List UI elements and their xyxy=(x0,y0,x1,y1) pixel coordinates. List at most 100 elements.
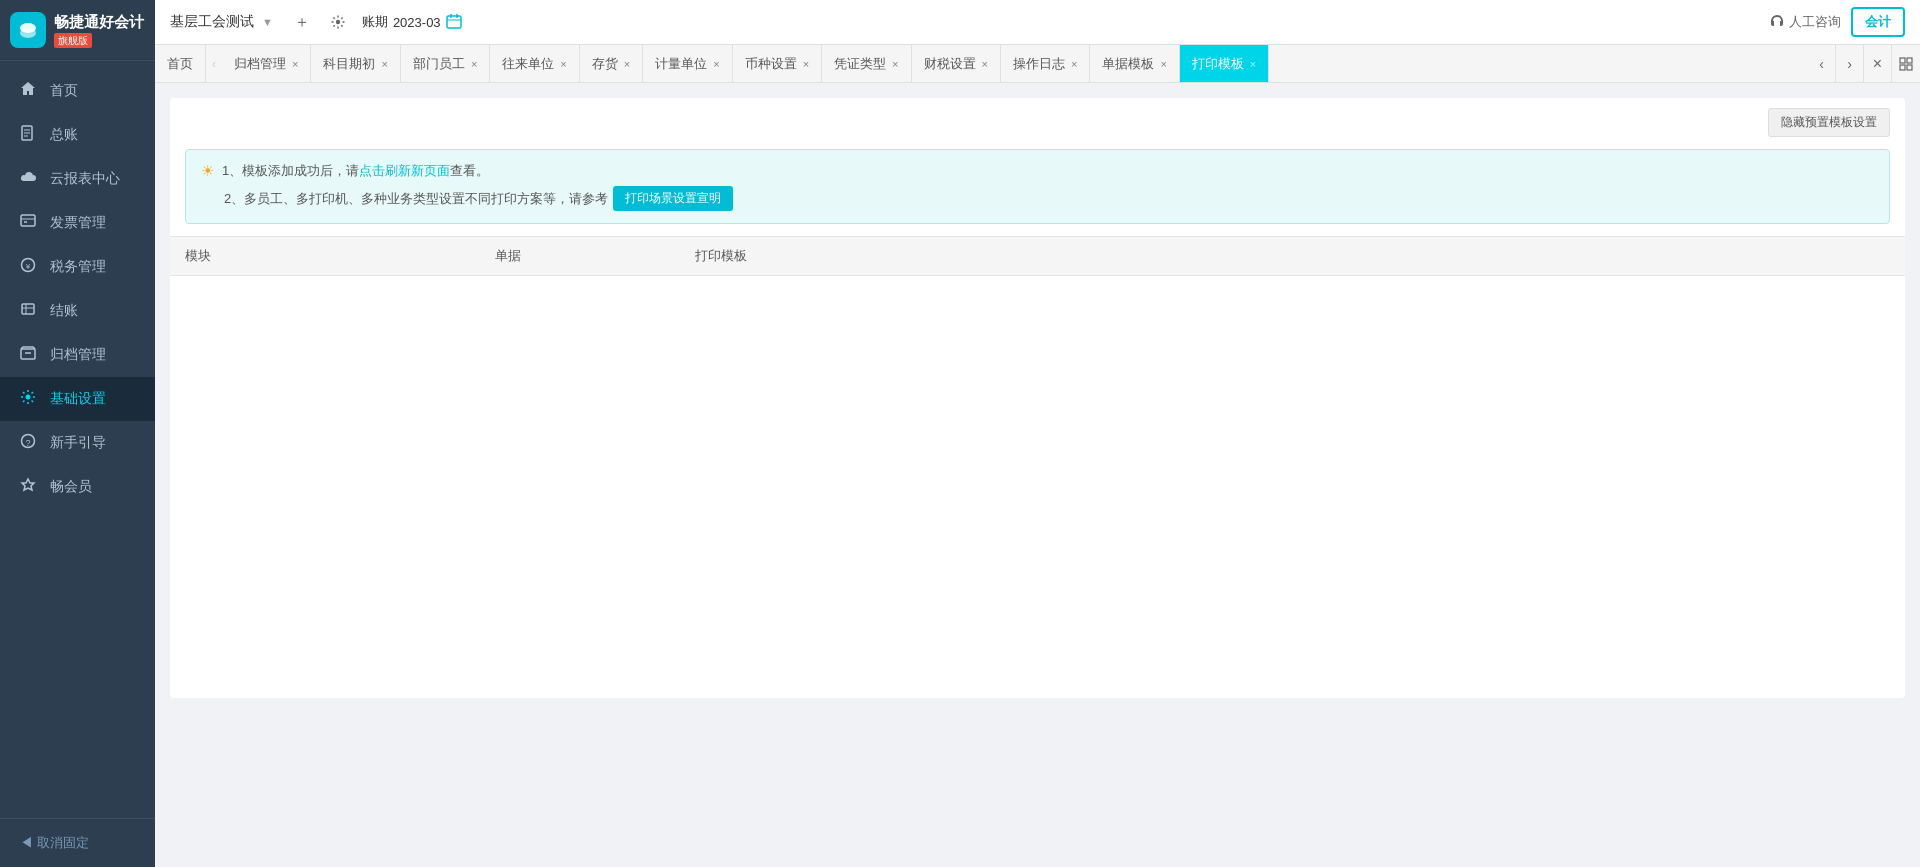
sidebar-item-invoice-label: 发票管理 xyxy=(50,214,106,232)
tab-home[interactable]: 首页 xyxy=(155,45,206,83)
period-value: 2023-03 xyxy=(393,15,441,30)
tab-currency-close[interactable]: × xyxy=(803,58,809,70)
sidebar-item-member-label: 畅会员 xyxy=(50,478,92,496)
sidebar-item-invoice[interactable]: 发票管理 xyxy=(0,201,155,245)
tab-currency-label: 币种设置 xyxy=(745,55,797,73)
info-box: ☀ 1、模板添加成功后，请 点击刷新新页面 查看。 2、多员工、多打印机、多种业… xyxy=(185,149,1890,224)
sidebar: 畅捷通好会计 旗舰版 首页 总账 云报表中心 发票管理 xyxy=(0,0,155,867)
tab-subject-init[interactable]: 科目期初 × xyxy=(311,45,400,83)
tab-inventory[interactable]: 存货 × xyxy=(580,45,643,83)
info-row-1: ☀ 1、模板添加成功后，请 点击刷新新页面 查看。 xyxy=(201,162,1874,180)
tab-doc-template[interactable]: 单据模板 × xyxy=(1090,45,1179,83)
tab-unit[interactable]: 计量单位 × xyxy=(643,45,732,83)
svg-point-16 xyxy=(26,395,31,400)
tab-print-template[interactable]: 打印模板 × xyxy=(1180,45,1269,83)
tab-unit-close[interactable]: × xyxy=(713,58,719,70)
sidebar-item-settle-label: 结账 xyxy=(50,302,78,320)
tab-archive-close[interactable]: × xyxy=(292,58,298,70)
customer-service-button[interactable]: 人工咨询 xyxy=(1769,13,1841,32)
tab-voucher-type[interactable]: 凭证类型 × xyxy=(822,45,911,83)
archive-icon xyxy=(20,345,40,365)
member-icon xyxy=(20,477,40,497)
calendar-icon[interactable] xyxy=(446,13,462,32)
hide-preview-template-button[interactable]: 隐藏预置模板设置 xyxy=(1768,108,1890,137)
svg-rect-14 xyxy=(21,349,35,359)
tab-currency[interactable]: 币种设置 × xyxy=(733,45,822,83)
sidebar-item-ledger[interactable]: 总账 xyxy=(0,113,155,157)
settle-icon xyxy=(20,301,40,321)
tab-tax-settings[interactable]: 财税设置 × xyxy=(912,45,1001,83)
sidebar-footer-label: ◀ 取消固定 xyxy=(20,834,89,852)
home-icon xyxy=(20,81,40,101)
sidebar-item-home[interactable]: 首页 xyxy=(0,69,155,113)
table-col-doc: 单据 xyxy=(480,237,680,275)
tab-doc-template-close[interactable]: × xyxy=(1160,58,1166,70)
tab-tax-settings-close[interactable]: × xyxy=(982,58,988,70)
top-bar: 基层工会测试 ▼ ＋ 账期 2023-03 人工咨询 会计 xyxy=(155,0,1920,45)
tab-operation-log[interactable]: 操作日志 × xyxy=(1001,45,1090,83)
tab-next-button[interactable]: › xyxy=(1836,45,1864,83)
tab-department[interactable]: 部门员工 × xyxy=(401,45,490,83)
sidebar-item-tax-label: 税务管理 xyxy=(50,258,106,276)
svg-rect-11 xyxy=(22,304,34,314)
add-tab-button[interactable]: ＋ xyxy=(288,8,316,36)
guide-icon: ? xyxy=(20,433,40,453)
tab-home-label: 首页 xyxy=(167,55,193,73)
svg-marker-19 xyxy=(22,479,34,490)
tab-close-all-button[interactable]: × xyxy=(1864,45,1892,83)
company-name: 基层工会测试 xyxy=(170,13,254,31)
content-panel: 隐藏预置模板设置 ☀ 1、模板添加成功后，请 点击刷新新页面 查看。 2、多员工… xyxy=(170,98,1905,698)
tab-contacts-label: 往来单位 xyxy=(502,55,554,73)
svg-rect-26 xyxy=(1907,58,1912,63)
svg-rect-28 xyxy=(1907,65,1912,70)
sidebar-item-member[interactable]: 畅会员 xyxy=(0,465,155,509)
svg-text:?: ? xyxy=(25,438,30,448)
tab-bar-right-controls: ‹ › × xyxy=(1808,45,1920,83)
svg-rect-21 xyxy=(447,16,461,28)
svg-point-1 xyxy=(20,28,36,38)
basic-settings-icon xyxy=(20,389,40,409)
tab-print-template-close[interactable]: × xyxy=(1250,58,1256,70)
account-btn-label: 会计 xyxy=(1865,14,1891,29)
main-area: 基层工会测试 ▼ ＋ 账期 2023-03 人工咨询 会计 xyxy=(155,0,1920,867)
tab-contacts[interactable]: 往来单位 × xyxy=(490,45,579,83)
tab-prev-button[interactable]: ‹ xyxy=(1808,45,1836,83)
tab-contacts-close[interactable]: × xyxy=(560,58,566,70)
tab-expand-button[interactable] xyxy=(1892,45,1920,83)
table-header: 模块 单据 打印模板 xyxy=(170,236,1905,276)
sidebar-item-settle[interactable]: 结账 xyxy=(0,289,155,333)
refresh-link[interactable]: 点击刷新新页面 xyxy=(359,162,450,180)
tab-inventory-label: 存货 xyxy=(592,55,618,73)
info-bulb-icon: ☀ xyxy=(201,162,214,180)
tab-subject-init-close[interactable]: × xyxy=(381,58,387,70)
sidebar-item-guide[interactable]: ? 新手引导 xyxy=(0,421,155,465)
sidebar-item-tax[interactable]: ¥ 税务管理 xyxy=(0,245,155,289)
svg-rect-25 xyxy=(1900,58,1905,63)
tab-department-close[interactable]: × xyxy=(471,58,477,70)
sidebar-logo: 畅捷通好会计 旗舰版 xyxy=(0,0,155,61)
sidebar-item-cloud-report-label: 云报表中心 xyxy=(50,170,120,188)
table-body-empty xyxy=(170,276,1905,676)
tab-print-template-label: 打印模板 xyxy=(1192,55,1244,73)
table-col-template: 打印模板 xyxy=(680,237,1905,275)
cloud-report-icon xyxy=(20,169,40,189)
tab-doc-template-label: 单据模板 xyxy=(1102,55,1154,73)
info-row-2: 2、多员工、多打印机、多种业务类型设置不同打印方案等，请参考 打印场景设置宣明 xyxy=(201,186,1874,211)
explain-button[interactable]: 打印场景设置宣明 xyxy=(613,186,733,211)
sidebar-item-archive[interactable]: 归档管理 xyxy=(0,333,155,377)
sidebar-item-archive-label: 归档管理 xyxy=(50,346,106,364)
sidebar-item-ledger-label: 总账 xyxy=(50,126,78,144)
tab-voucher-type-label: 凭证类型 xyxy=(834,55,886,73)
tab-operation-log-close[interactable]: × xyxy=(1071,58,1077,70)
tab-voucher-type-close[interactable]: × xyxy=(892,58,898,70)
tab-inventory-close[interactable]: × xyxy=(624,58,630,70)
sidebar-item-basic-settings[interactable]: 基础设置 xyxy=(0,377,155,421)
company-selector[interactable]: 基层工会测试 ▼ xyxy=(170,13,273,31)
sidebar-item-cloud-report[interactable]: 云报表中心 xyxy=(0,157,155,201)
tab-archive[interactable]: 归档管理 × xyxy=(222,45,311,83)
sidebar-unpin-button[interactable]: ◀ 取消固定 xyxy=(0,818,155,867)
ledger-icon xyxy=(20,125,40,145)
info-line2-text: 2、多员工、多打印机、多种业务类型设置不同打印方案等，请参考 xyxy=(224,190,608,208)
account-button[interactable]: 会计 xyxy=(1851,7,1905,37)
settings-icon[interactable] xyxy=(324,8,352,36)
